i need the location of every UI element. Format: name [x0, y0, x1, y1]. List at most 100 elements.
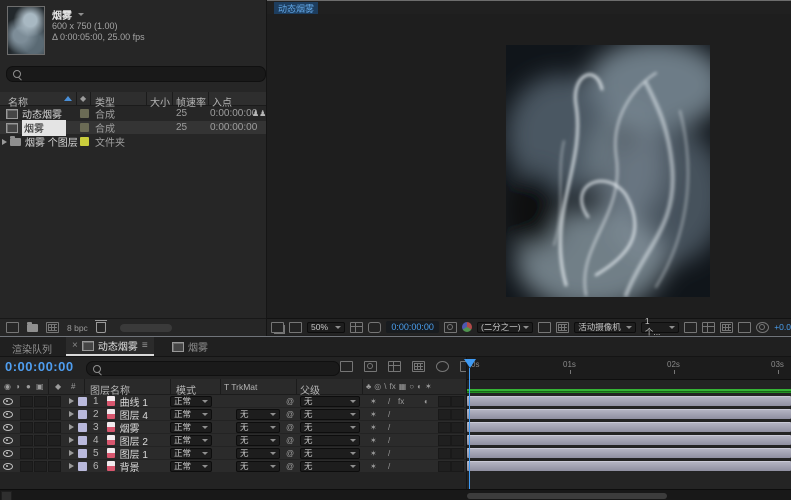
timeline-zoom-toggle[interactable]	[1, 491, 12, 500]
audio-column-icon[interactable]: ◑	[15, 382, 20, 391]
layer-label-swatch[interactable]	[78, 462, 87, 471]
parent-select[interactable]: 无	[300, 422, 360, 433]
magnification-select[interactable]: 50%	[307, 322, 345, 333]
layer-duration-bar[interactable]	[467, 422, 791, 432]
parent-select[interactable]: 无	[300, 448, 360, 459]
label-color-swatch[interactable]	[80, 137, 89, 146]
layer-label-swatch[interactable]	[78, 410, 87, 419]
mini-flowchart-icon[interactable]	[340, 361, 353, 372]
pickwhip-icon[interactable]: @	[286, 410, 294, 419]
twirl-arrow-icon[interactable]	[69, 463, 74, 469]
timeline-divider[interactable]	[466, 357, 467, 489]
trkmat-select[interactable]: 无	[236, 448, 280, 459]
collapse-switch[interactable]: ✶	[370, 410, 377, 419]
view-layout-select[interactable]: 1 个...	[641, 322, 679, 333]
flowchart-icon[interactable]	[738, 322, 751, 333]
collapse-switch[interactable]: ✶	[370, 436, 377, 445]
project-item-row[interactable]: 烟雾 个图层 文件夹	[0, 135, 266, 148]
visibility-eye-icon[interactable]	[3, 411, 13, 418]
blend-mode-select[interactable]: 正常	[170, 409, 212, 420]
new-composition-icon[interactable]	[46, 322, 59, 333]
timeline-search-input[interactable]	[86, 361, 340, 376]
timeline-button-icon[interactable]	[720, 322, 733, 333]
trkmat-select[interactable]: 无	[236, 461, 280, 472]
pickwhip-icon[interactable]: @	[286, 397, 294, 406]
label-column-icon[interactable]: ◆	[80, 94, 86, 103]
collapse-switch[interactable]: ✶	[370, 397, 377, 406]
layer-duration-bar[interactable]	[467, 448, 791, 458]
grid-guides-icon[interactable]	[350, 322, 363, 333]
adjustment-layer-icon[interactable]: ◐	[424, 397, 429, 406]
layer-row[interactable]: 1 曲线 1 正常 @ 无 ✶ / fx ◐	[0, 395, 466, 408]
layer-label-swatch[interactable]	[78, 436, 87, 445]
visibility-eye-icon[interactable]	[3, 450, 13, 457]
number-column-icon[interactable]: #	[71, 382, 75, 391]
snapshot-camera-icon[interactable]	[444, 322, 457, 333]
trkmat-select[interactable]: 无	[236, 435, 280, 446]
project-search-input[interactable]	[6, 66, 266, 82]
panel-menu-icon[interactable]: ≡	[142, 340, 148, 351]
layer-row[interactable]: 4 图层 2 正常 无 @ 无 ✶ /	[0, 434, 466, 447]
quality-switch[interactable]: /	[388, 449, 390, 458]
quality-switch-icon[interactable]: \	[384, 382, 386, 391]
target-region-icon[interactable]	[538, 322, 551, 333]
viewer-timecode[interactable]: 0:00:00:00	[386, 321, 439, 333]
video-column-icon[interactable]: ◉	[4, 382, 11, 391]
transparency-grid-icon[interactable]	[556, 322, 569, 333]
layer-duration-bar[interactable]	[467, 461, 791, 471]
hide-shy-layers-icon[interactable]	[388, 361, 401, 372]
pickwhip-icon[interactable]: @	[286, 436, 294, 445]
delete-icon[interactable]	[96, 322, 106, 333]
layer-duration-bar[interactable]	[467, 396, 791, 406]
layer-duration-bar[interactable]	[467, 435, 791, 445]
viewer-pasteboard[interactable]	[267, 14, 791, 318]
frame-blend-switch-icon[interactable]: ▦	[399, 382, 407, 391]
draft-3d-icon[interactable]	[364, 361, 377, 372]
frame-blend-icon[interactable]	[412, 361, 425, 372]
trkmat-select[interactable]: 无	[236, 409, 280, 420]
parent-select[interactable]: 无	[300, 461, 360, 472]
pickwhip-icon[interactable]: @	[286, 462, 294, 471]
region-of-interest-icon[interactable]	[368, 322, 381, 333]
layer-label-swatch[interactable]	[78, 397, 87, 406]
quality-switch[interactable]: /	[388, 462, 390, 471]
blend-mode-select[interactable]: 正常	[170, 448, 212, 459]
quality-switch[interactable]: /	[388, 410, 390, 419]
project-item-row-selected[interactable]: 烟雾 合成 25 0:00:00:00	[0, 121, 266, 134]
fast-previews-icon[interactable]	[702, 322, 715, 333]
timeline-current-time[interactable]: 0:00:00:00	[5, 359, 74, 374]
effects-switch-icon[interactable]: fx	[389, 382, 395, 391]
time-ruler[interactable]: 0s 01s 02s 03s	[467, 357, 791, 380]
parent-select[interactable]: 无	[300, 409, 360, 420]
twirl-arrow-icon[interactable]	[69, 437, 74, 443]
quality-switch[interactable]: /	[388, 397, 390, 406]
twirl-arrow-icon[interactable]	[69, 398, 74, 404]
interpret-footage-icon[interactable]	[6, 322, 19, 333]
project-bit-depth[interactable]: 8 bpc	[67, 323, 88, 333]
playhead-line[interactable]	[469, 368, 470, 489]
playhead-handle[interactable]	[464, 359, 476, 368]
collapse-switch-icon[interactable]: ◎	[374, 382, 381, 391]
pixel-aspect-icon[interactable]	[684, 322, 697, 333]
tab-render-queue[interactable]: 渲染队列	[12, 341, 52, 356]
twirl-arrow-icon[interactable]	[69, 411, 74, 417]
exposure-reset-icon[interactable]	[756, 322, 769, 333]
parent-select[interactable]: 无	[300, 435, 360, 446]
project-scrollbar[interactable]	[120, 324, 172, 332]
blend-mode-select[interactable]: 正常	[170, 461, 212, 472]
sort-ascending-icon[interactable]	[64, 96, 72, 101]
view-camera-select[interactable]: 活动摄像机	[574, 322, 636, 333]
threed-switch-icon[interactable]: ✶	[425, 382, 432, 391]
new-folder-icon[interactable]	[27, 324, 38, 332]
blend-mode-select[interactable]: 正常	[170, 422, 212, 433]
quality-switch[interactable]: /	[388, 436, 390, 445]
trkmat-select[interactable]: 无	[236, 422, 280, 433]
layer-row[interactable]: 2 图层 4 正常 无 @ 无 ✶ /	[0, 408, 466, 421]
layer-row[interactable]: 5 图层 1 正常 无 @ 无 ✶ /	[0, 447, 466, 460]
layer-label-swatch[interactable]	[78, 423, 87, 432]
visibility-eye-icon[interactable]	[3, 437, 13, 444]
solo-column-icon[interactable]: ●	[26, 382, 31, 391]
adjustment-switch-icon[interactable]: ◐	[417, 382, 422, 391]
label-column-icon[interactable]: ◆	[55, 382, 61, 391]
twirl-arrow-icon[interactable]	[69, 424, 74, 430]
